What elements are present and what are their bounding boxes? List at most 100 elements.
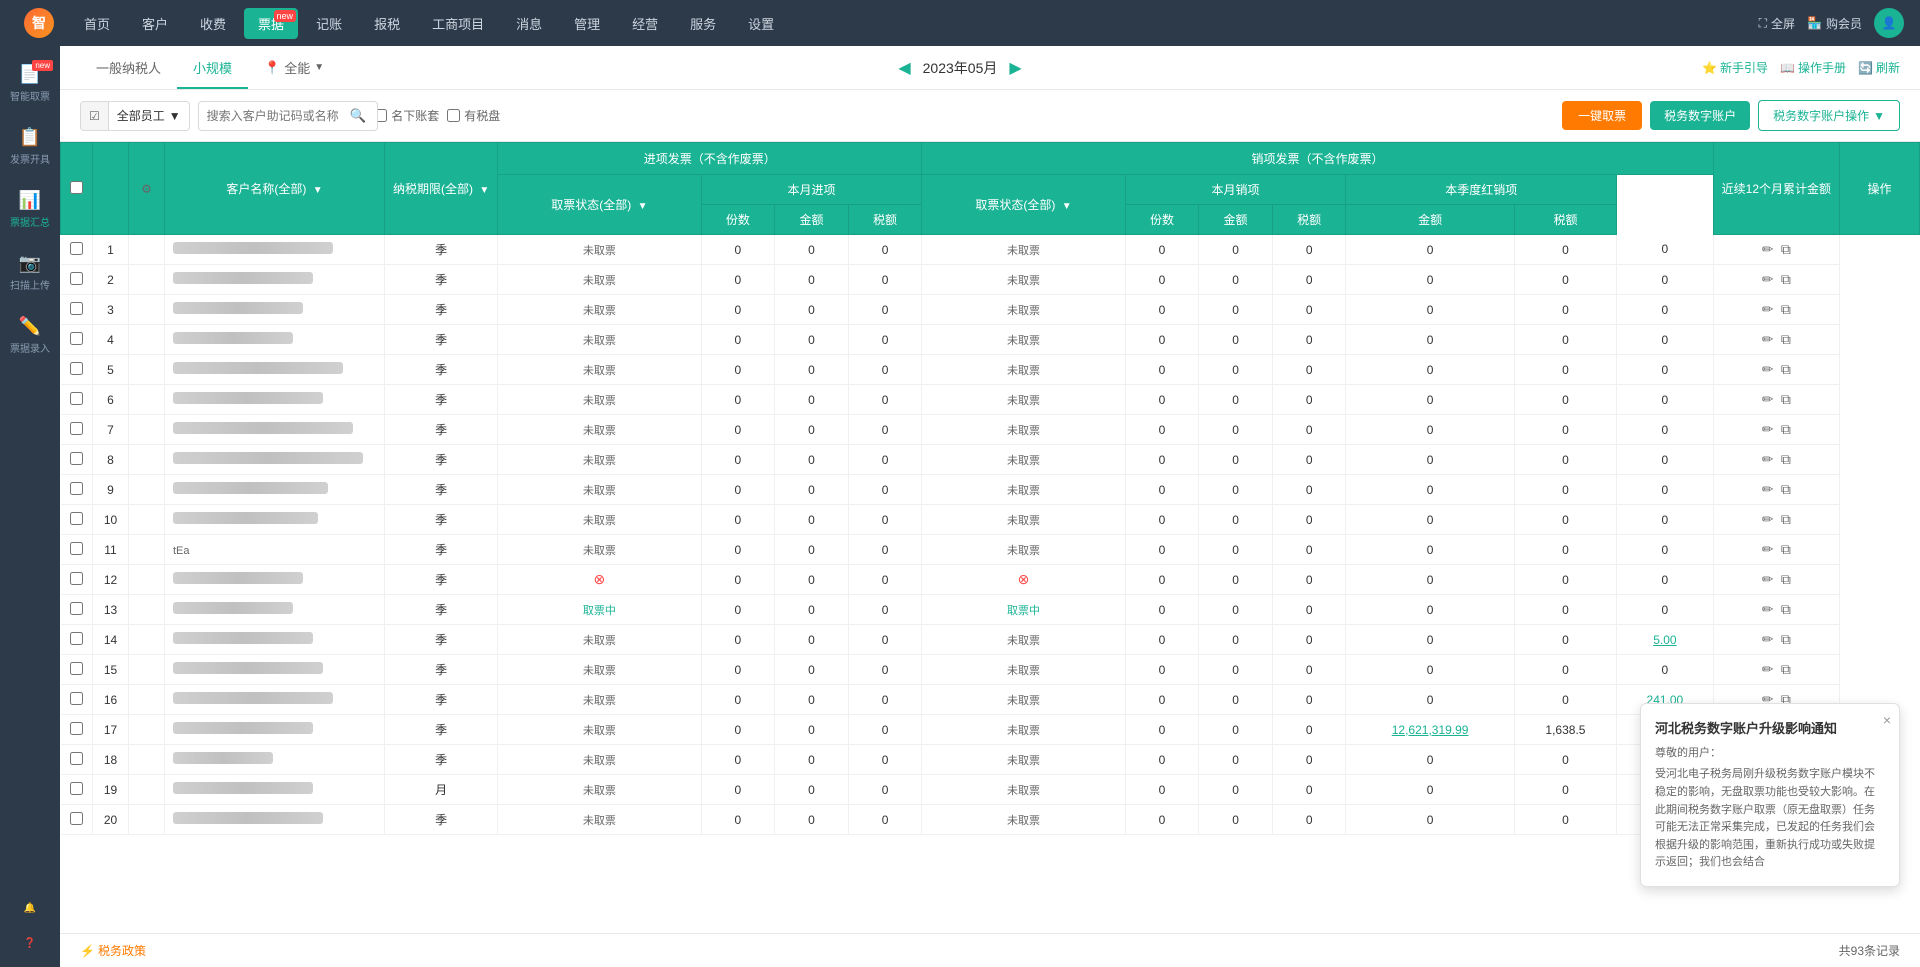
row-checkbox[interactable] xyxy=(70,812,83,825)
td-checkbox[interactable] xyxy=(61,385,93,415)
edit-btn[interactable]: ✏ xyxy=(1762,271,1774,287)
tab-small[interactable]: 小规模 xyxy=(177,48,248,89)
sidebar-bottom-icon1[interactable]: 🔔 xyxy=(3,895,57,922)
td-checkbox[interactable] xyxy=(61,805,93,835)
edit-btn[interactable]: ✏ xyxy=(1762,631,1774,647)
row-checkbox[interactable] xyxy=(70,572,83,585)
avatar[interactable]: 👤 xyxy=(1874,8,1904,38)
edit-btn[interactable]: ✏ xyxy=(1762,331,1774,347)
edit-btn[interactable]: ✏ xyxy=(1762,571,1774,587)
employee-value[interactable]: 全部员工 ▼ xyxy=(109,107,189,124)
row-checkbox[interactable] xyxy=(70,392,83,405)
logo[interactable]: 智 xyxy=(16,0,62,46)
copy-btn[interactable]: ⧉ xyxy=(1781,631,1791,647)
copy-btn[interactable]: ⧉ xyxy=(1781,241,1791,257)
nav-item-operation[interactable]: 经营 xyxy=(618,8,672,39)
td-checkbox[interactable] xyxy=(61,295,93,325)
red-amount-link[interactable]: 12,621,319.99 xyxy=(1392,723,1469,737)
td-checkbox[interactable] xyxy=(61,535,93,565)
prev-month-btn[interactable]: ◀ xyxy=(898,58,910,78)
edit-btn[interactable]: ✏ xyxy=(1762,601,1774,617)
row-checkbox[interactable] xyxy=(70,362,83,375)
row-checkbox[interactable] xyxy=(70,302,83,315)
edit-btn[interactable]: ✏ xyxy=(1762,241,1774,257)
tax-policy-link[interactable]: ⚡ 税务政策 xyxy=(80,942,146,959)
digital-ops-btn[interactable]: 税务数字账户操作 ▼ xyxy=(1758,100,1900,131)
employee-select[interactable]: ☑ 全部员工 ▼ xyxy=(80,101,190,131)
edit-btn[interactable]: ✏ xyxy=(1762,481,1774,497)
checkbox-taxdisk[interactable]: 有税盘 xyxy=(447,107,500,124)
nav-item-business[interactable]: 工商项目 xyxy=(418,8,498,39)
edit-btn[interactable]: ✏ xyxy=(1762,661,1774,677)
edit-btn[interactable]: ✏ xyxy=(1762,391,1774,407)
td-checkbox[interactable] xyxy=(61,445,93,475)
manual-btn[interactable]: 📖 操作手册 xyxy=(1780,59,1846,76)
fullscreen-btn[interactable]: ⛶ 全屏 xyxy=(1759,15,1795,32)
select-all-checkbox[interactable] xyxy=(70,181,83,194)
th-quota[interactable]: 纳税期限(全部) ▼ xyxy=(385,143,498,235)
td-checkbox[interactable] xyxy=(61,655,93,685)
copy-btn[interactable]: ⧉ xyxy=(1781,331,1791,347)
digital-account-btn[interactable]: 税务数字账户 xyxy=(1650,101,1750,130)
copy-btn[interactable]: ⧉ xyxy=(1781,481,1791,497)
nav-item-service[interactable]: 服务 xyxy=(676,8,730,39)
td-checkbox[interactable] xyxy=(61,235,93,265)
td-checkbox[interactable] xyxy=(61,715,93,745)
nav-item-settings[interactable]: 设置 xyxy=(734,8,788,39)
copy-btn[interactable]: ⧉ xyxy=(1781,601,1791,617)
nav-item-message[interactable]: 消息 xyxy=(502,8,556,39)
notification-close-btn[interactable]: × xyxy=(1883,712,1891,728)
row-checkbox[interactable] xyxy=(70,242,83,255)
th-setting[interactable]: ⚙ xyxy=(129,143,165,235)
edit-btn[interactable]: ✏ xyxy=(1762,511,1774,527)
copy-btn[interactable]: ⧉ xyxy=(1781,361,1791,377)
row-checkbox[interactable] xyxy=(70,512,83,525)
copy-btn[interactable]: ⧉ xyxy=(1781,541,1791,557)
td-checkbox[interactable] xyxy=(61,505,93,535)
tab-all[interactable]: 📍 全能 ▼ xyxy=(248,48,340,89)
td-checkbox[interactable] xyxy=(61,415,93,445)
nav-item-receipts[interactable]: 收费 xyxy=(186,8,240,39)
cumul-link[interactable]: 5.00 xyxy=(1653,633,1676,647)
row-checkbox[interactable] xyxy=(70,662,83,675)
nav-item-manage[interactable]: 管理 xyxy=(560,8,614,39)
td-checkbox[interactable] xyxy=(61,595,93,625)
td-checkbox[interactable] xyxy=(61,685,93,715)
nav-item-client[interactable]: 客户 xyxy=(128,8,182,39)
next-month-btn[interactable]: ▶ xyxy=(1009,58,1021,78)
one-click-btn[interactable]: 一键取票 xyxy=(1562,101,1642,130)
row-checkbox[interactable] xyxy=(70,602,83,615)
td-checkbox[interactable] xyxy=(61,355,93,385)
row-checkbox[interactable] xyxy=(70,542,83,555)
sidebar-item-summary[interactable]: 📊 票据汇总 xyxy=(3,182,57,237)
edit-btn[interactable]: ✏ xyxy=(1762,451,1774,467)
row-checkbox[interactable] xyxy=(70,422,83,435)
th-name[interactable]: 客户名称(全部) ▼ xyxy=(165,143,385,235)
nav-item-tax[interactable]: 报税 xyxy=(360,8,414,39)
copy-btn[interactable]: ⧉ xyxy=(1781,421,1791,437)
row-checkbox[interactable] xyxy=(70,452,83,465)
td-checkbox[interactable] xyxy=(61,775,93,805)
td-checkbox[interactable] xyxy=(61,565,93,595)
copy-btn[interactable]: ⧉ xyxy=(1781,661,1791,677)
copy-btn[interactable]: ⧉ xyxy=(1781,571,1791,587)
td-checkbox[interactable] xyxy=(61,625,93,655)
member-btn[interactable]: 🏪 购会员 xyxy=(1807,15,1862,32)
tab-general[interactable]: 一般纳税人 xyxy=(80,48,177,89)
sidebar-item-input[interactable]: ✏️ 票据录入 xyxy=(3,308,57,363)
edit-btn[interactable]: ✏ xyxy=(1762,361,1774,377)
search-button[interactable]: 🔍 xyxy=(350,108,367,124)
td-checkbox[interactable] xyxy=(61,475,93,505)
row-checkbox[interactable] xyxy=(70,752,83,765)
sidebar-item-scan[interactable]: 📷 扫描上传 xyxy=(3,245,57,300)
copy-btn[interactable]: ⧉ xyxy=(1781,451,1791,467)
taxdisk-checkbox[interactable] xyxy=(447,109,460,122)
nav-item-home[interactable]: 首页 xyxy=(70,8,124,39)
sidebar-bottom-icon2[interactable]: ❓ xyxy=(3,930,57,957)
row-checkbox[interactable] xyxy=(70,692,83,705)
sidebar-item-issue[interactable]: 📋 发票开具 xyxy=(3,119,57,174)
checkbox-account[interactable]: 名下账套 xyxy=(374,107,439,124)
row-checkbox[interactable] xyxy=(70,782,83,795)
row-checkbox[interactable] xyxy=(70,332,83,345)
row-checkbox[interactable] xyxy=(70,482,83,495)
